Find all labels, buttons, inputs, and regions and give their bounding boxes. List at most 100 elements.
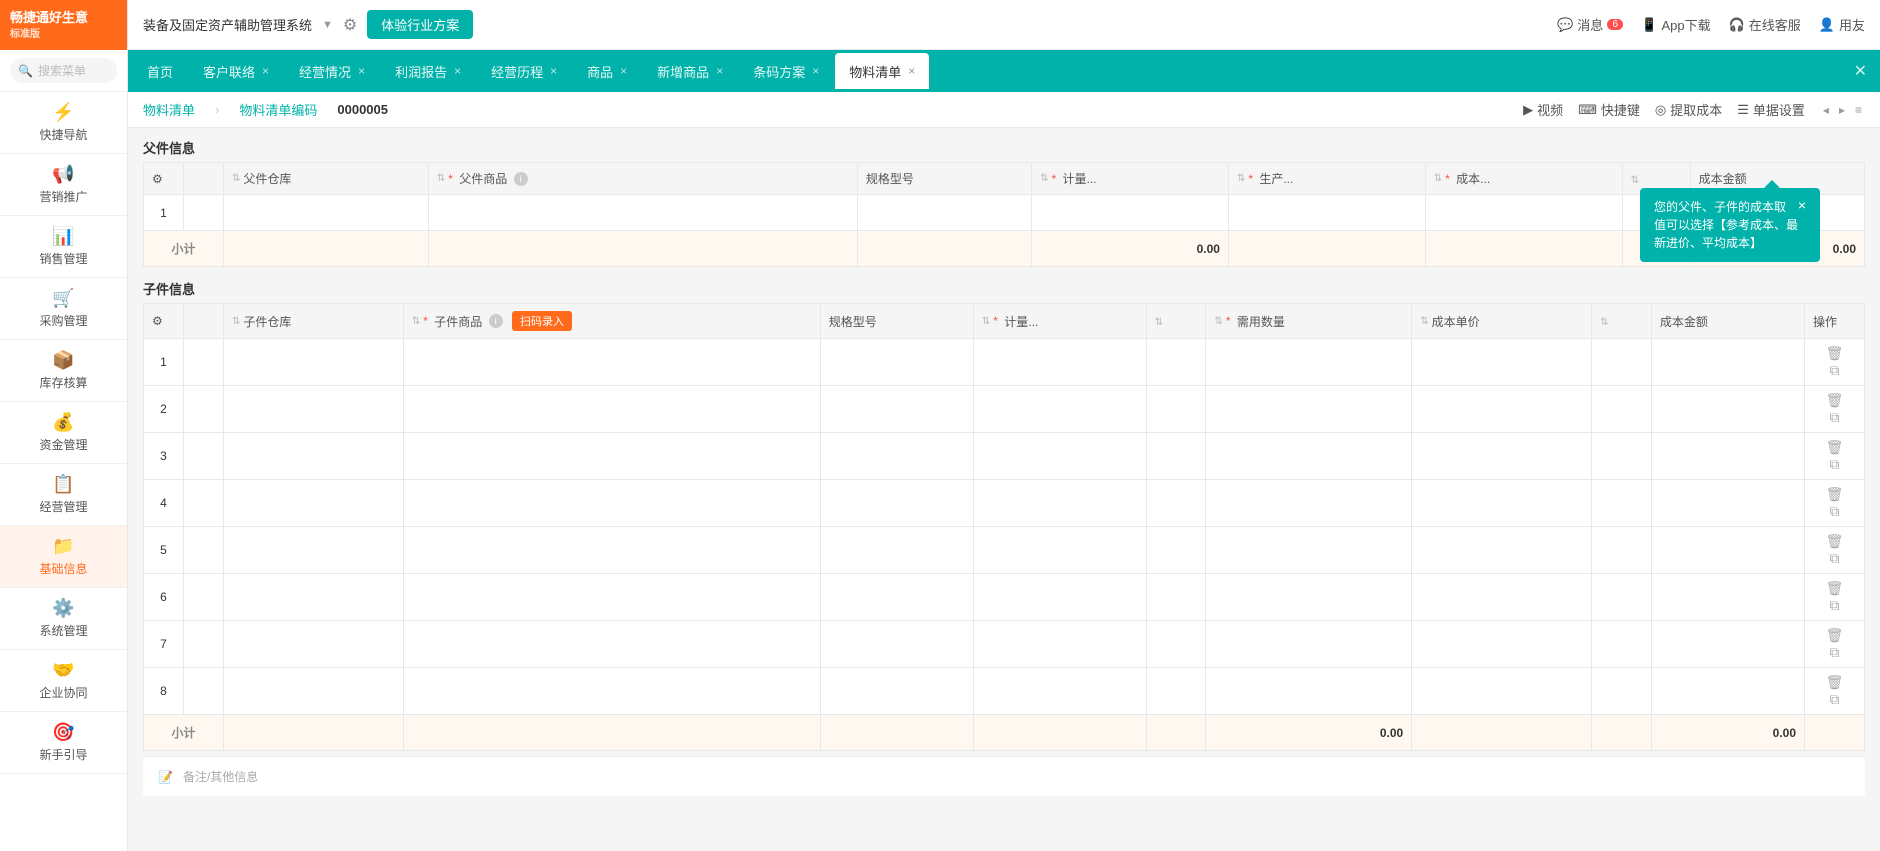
- child-row-4-qty-unit[interactable]: [973, 480, 1146, 527]
- close-all-tabs-btn[interactable]: ✕: [1846, 61, 1875, 81]
- child-th-settings[interactable]: ⚙: [144, 304, 184, 339]
- child-row-8-need-qty[interactable]: [1206, 668, 1412, 715]
- child-row-1-warehouse[interactable]: [224, 339, 404, 386]
- delete-icon-3[interactable]: 🗑: [1826, 439, 1844, 455]
- child-row-5-warehouse[interactable]: [224, 527, 404, 574]
- user-profile-btn[interactable]: 👤 用友: [1819, 15, 1865, 34]
- child-row-4-product[interactable]: [403, 480, 820, 527]
- child-row-1-unit-cost[interactable]: [1412, 339, 1592, 386]
- sidebar-item-operation[interactable]: 📋经营管理: [0, 464, 127, 526]
- sidebar-item-system[interactable]: ⚙️系统管理: [0, 588, 127, 650]
- child-row-5-need-qty[interactable]: [1206, 527, 1412, 574]
- child-row-3-unit-cost[interactable]: [1412, 433, 1592, 480]
- shortcut-btn[interactable]: ⌨ 快捷键: [1578, 100, 1640, 119]
- child-row-2-spec[interactable]: [820, 386, 973, 433]
- nav-tab-close-8[interactable]: ×: [908, 64, 915, 78]
- child-row-7-need-qty[interactable]: [1206, 621, 1412, 668]
- child-row-3-warehouse[interactable]: [224, 433, 404, 480]
- cost-extract-btn[interactable]: ◎ 提取成本: [1655, 100, 1722, 119]
- child-row-4-warehouse[interactable]: [224, 480, 404, 527]
- online-service-btn[interactable]: 🎧 在线客服: [1729, 15, 1801, 34]
- settings-icon[interactable]: ⚙: [343, 15, 357, 35]
- info-icon[interactable]: i: [514, 172, 528, 186]
- parent-row-1-qty-unit[interactable]: [1032, 195, 1229, 231]
- search-menu-trigger[interactable]: 🔍 搜索菜单: [10, 58, 117, 83]
- nav-tab-close-3[interactable]: ×: [454, 64, 461, 78]
- child-row-2-product[interactable]: [403, 386, 820, 433]
- child-row-1-qty-unit[interactable]: [973, 339, 1146, 386]
- child-row-7-qty-unit[interactable]: [973, 621, 1146, 668]
- delete-icon-2[interactable]: 🗑: [1826, 392, 1844, 408]
- delete-icon-7[interactable]: 🗑: [1826, 627, 1844, 643]
- next-arrow[interactable]: ▸: [1836, 103, 1848, 117]
- parent-row-1-product[interactable]: [428, 195, 857, 231]
- delete-icon-4[interactable]: 🗑: [1826, 486, 1844, 502]
- nav-tab-7[interactable]: 条码方案×: [739, 53, 833, 89]
- child-row-8-product[interactable]: [403, 668, 820, 715]
- child-row-7-spec[interactable]: [820, 621, 973, 668]
- child-row-4-need-qty[interactable]: [1206, 480, 1412, 527]
- child-row-2-qty-unit[interactable]: [973, 386, 1146, 433]
- c-info-icon[interactable]: i: [489, 314, 503, 328]
- sidebar-item-guide[interactable]: 🎯新手引导: [0, 712, 127, 774]
- copy-icon-1[interactable]: ⧉: [1830, 362, 1840, 378]
- child-row-2-unit-cost[interactable]: [1412, 386, 1592, 433]
- copy-icon-4[interactable]: ⧉: [1830, 503, 1840, 519]
- breadcrumb-1[interactable]: 物料清单: [143, 100, 195, 119]
- child-row-6-warehouse[interactable]: [224, 574, 404, 621]
- copy-icon-3[interactable]: ⧉: [1830, 456, 1840, 472]
- child-row-1-spec[interactable]: [820, 339, 973, 386]
- child-row-8-unit-cost[interactable]: [1412, 668, 1592, 715]
- sidebar-item-sales[interactable]: 📊销售管理: [0, 216, 127, 278]
- child-row-4-spec[interactable]: [820, 480, 973, 527]
- nav-tab-8[interactable]: 物料清单×: [835, 53, 929, 89]
- message-btn[interactable]: 💬 消息 6: [1557, 15, 1623, 34]
- view-btn[interactable]: ▶ 视频: [1523, 100, 1563, 119]
- nav-tab-6[interactable]: 新增商品×: [643, 53, 737, 89]
- nav-tab-close-7[interactable]: ×: [812, 64, 819, 78]
- nav-tab-3[interactable]: 利润报告×: [381, 53, 475, 89]
- child-row-6-unit-cost[interactable]: [1412, 574, 1592, 621]
- parent-row-1-spec[interactable]: [857, 195, 1031, 231]
- child-row-2-need-qty[interactable]: [1206, 386, 1412, 433]
- sidebar-item-finance[interactable]: 💰资金管理: [0, 402, 127, 464]
- child-row-5-product[interactable]: [403, 527, 820, 574]
- delete-icon-5[interactable]: 🗑: [1826, 533, 1844, 549]
- child-row-2-warehouse[interactable]: [224, 386, 404, 433]
- nav-tab-close-1[interactable]: ×: [262, 64, 269, 78]
- system-title-arrow[interactable]: ▼: [322, 19, 333, 31]
- child-row-7-warehouse[interactable]: [224, 621, 404, 668]
- parent-row-1-produce[interactable]: [1228, 195, 1425, 231]
- delete-icon-1[interactable]: 🗑: [1826, 345, 1844, 361]
- copy-icon-6[interactable]: ⧉: [1830, 597, 1840, 613]
- child-row-8-qty-unit[interactable]: [973, 668, 1146, 715]
- nav-tab-close-2[interactable]: ×: [358, 64, 365, 78]
- parent-row-1-warehouse[interactable]: [224, 195, 429, 231]
- single-settings-btn[interactable]: ☰ 单据设置: [1737, 100, 1805, 119]
- copy-icon-7[interactable]: ⧉: [1830, 644, 1840, 660]
- nav-tab-2[interactable]: 经营情况×: [285, 53, 379, 89]
- sidebar-item-purchase[interactable]: 🛒采购管理: [0, 278, 127, 340]
- child-row-1-product[interactable]: [403, 339, 820, 386]
- child-row-6-spec[interactable]: [820, 574, 973, 621]
- nav-tab-close-4[interactable]: ×: [550, 64, 557, 78]
- child-row-7-product[interactable]: [403, 621, 820, 668]
- trial-btn[interactable]: 体验行业方案: [367, 10, 473, 39]
- nav-tab-4[interactable]: 经营历程×: [477, 53, 571, 89]
- child-row-3-qty-unit[interactable]: [973, 433, 1146, 480]
- copy-icon-5[interactable]: ⧉: [1830, 550, 1840, 566]
- copy-icon-2[interactable]: ⧉: [1830, 409, 1840, 425]
- child-row-5-qty-unit[interactable]: [973, 527, 1146, 574]
- child-row-3-spec[interactable]: [820, 433, 973, 480]
- child-row-3-product[interactable]: [403, 433, 820, 480]
- list-view-icon[interactable]: ≡: [1852, 103, 1865, 117]
- sidebar-item-marketing[interactable]: 📢营销推广: [0, 154, 127, 216]
- nav-tab-1[interactable]: 客户联络×: [189, 53, 283, 89]
- child-row-6-product[interactable]: [403, 574, 820, 621]
- sidebar-item-enterprise[interactable]: 🤝企业协同: [0, 650, 127, 712]
- child-row-8-spec[interactable]: [820, 668, 973, 715]
- parent-th-settings[interactable]: ⚙: [144, 163, 184, 195]
- parent-row-1-cost[interactable]: [1425, 195, 1622, 231]
- nav-tab-5[interactable]: 商品×: [573, 53, 641, 89]
- scan-input-btn[interactable]: 扫码录入: [512, 311, 572, 331]
